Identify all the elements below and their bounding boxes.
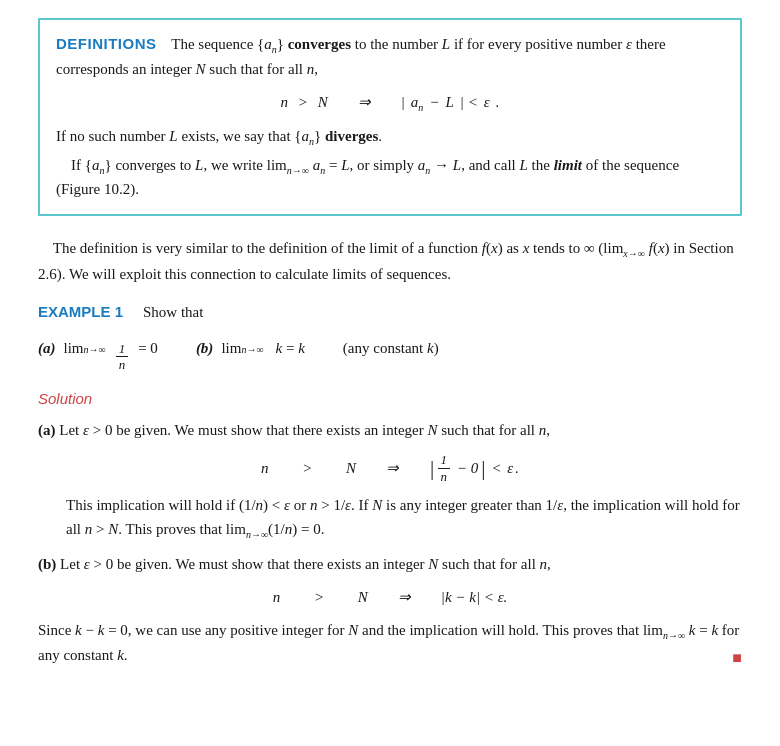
- end-proof-square: ■: [732, 646, 742, 671]
- part-b-label: (b): [196, 337, 214, 360]
- sol-b-text2: Since k − k = 0, we can use any positive…: [38, 619, 742, 667]
- solution-part-a: (a) Let ε > 0 be given. We must show tha…: [38, 418, 742, 442]
- sol-a-abs: | 1 n − 0 | < ε.: [429, 452, 519, 484]
- sol-a-math-n: n: [261, 457, 269, 480]
- sol-b-label: (b): [38, 556, 56, 572]
- math-abs-expr: |an − L| < ε.: [401, 91, 500, 116]
- example1-section: EXAMPLE 1 Show that (a) limn→∞ 1 n = 0 (…: [38, 300, 742, 373]
- solution-section: Solution (a) Let ε > 0 be given. We must…: [38, 387, 742, 667]
- part-b: (b) limn→∞ k = k: [196, 337, 305, 360]
- part-a-equals: = 0: [138, 337, 158, 360]
- definition-box: DEFINITIONS The sequence {an} converges …: [38, 18, 742, 216]
- example1-parts: (a) limn→∞ 1 n = 0 (b) limn→∞ k = k (any…: [38, 337, 742, 373]
- definition-converges-line: If {an} converges to L, we write limn→∞ …: [56, 154, 724, 202]
- math-n-gt-N: n > N: [281, 91, 328, 114]
- example1-header: EXAMPLE 1 Show that: [38, 300, 742, 329]
- definition-line1: DEFINITIONS The sequence {an} converges …: [56, 32, 724, 81]
- part-a-lim: limn→∞: [64, 337, 106, 360]
- sol-b-arrow: ⇒: [398, 586, 411, 609]
- example1-label: EXAMPLE 1: [38, 300, 123, 323]
- definition-diverges-line: If no such number L exists, we say that …: [56, 128, 382, 144]
- definitions-label: DEFINITIONS: [56, 35, 157, 52]
- part-a: (a) limn→∞ 1 n = 0: [38, 337, 158, 373]
- body-paragraph: The definition is very similar to the de…: [38, 236, 742, 286]
- sol-a-text2: This implication will hold if (1/n) < ε …: [66, 494, 742, 542]
- solution-part-b: (b) Let ε > 0 be given. We must show tha…: [38, 552, 742, 576]
- sol-b-abs: |k − k| < ε.: [441, 586, 508, 609]
- example1-show-that: Show that: [143, 301, 203, 324]
- part-b-lim: limn→∞: [221, 337, 263, 360]
- implies-arrow: ⇒: [358, 91, 371, 114]
- sol-a-label: (a): [38, 422, 56, 438]
- definition-math-row: n > N ⇒ |an − L| < ε.: [56, 91, 724, 116]
- sol-a-math: n > N ⇒ | 1 n − 0 | < ε.: [38, 452, 742, 484]
- solution-label: Solution: [38, 387, 742, 410]
- part-a-frac: 1 n: [116, 341, 129, 373]
- sol-a-arrow: ⇒: [386, 457, 399, 480]
- part-a-label: (a): [38, 337, 56, 360]
- part-b-expr: k = k: [276, 337, 305, 360]
- sol-b-math: n > N ⇒ |k − k| < ε.: [38, 586, 742, 609]
- part-b-note: (any constant k): [343, 337, 439, 360]
- sol-b-math-n: n: [273, 586, 281, 609]
